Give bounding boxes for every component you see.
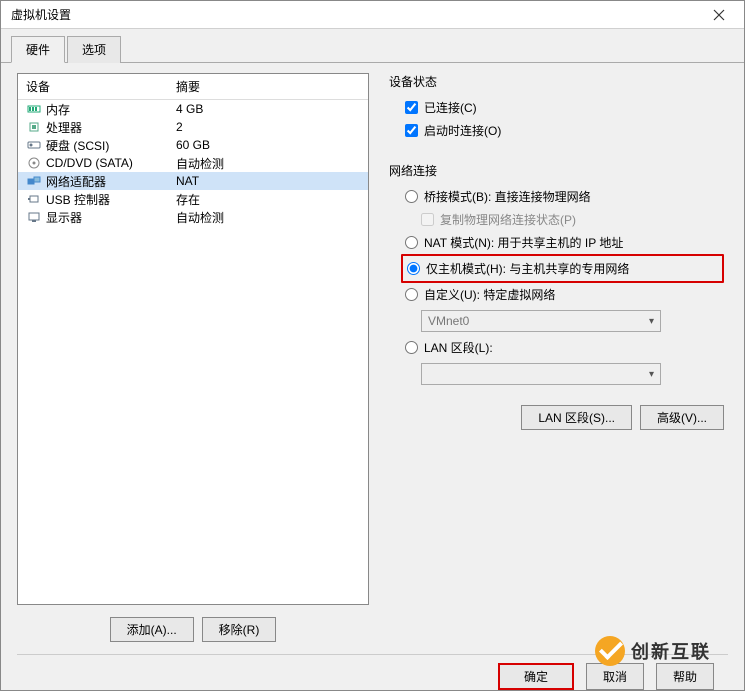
usb-icon — [26, 192, 42, 206]
dialog-buttons: 确定 取消 帮助 — [1, 655, 744, 690]
add-button[interactable]: 添加(A)... — [110, 617, 194, 642]
vm-settings-dialog: 虚拟机设置 硬件 选项 设备 摘要 内存 4 GB — [0, 0, 745, 691]
lan-segments-button[interactable]: LAN 区段(S)... — [521, 405, 632, 430]
device-summary: 存在 — [176, 191, 360, 208]
advanced-button[interactable]: 高级(V)... — [640, 405, 724, 430]
content-area: 设备 摘要 内存 4 GB 处理器 2 — [1, 63, 744, 654]
device-name: USB 控制器 — [46, 191, 110, 208]
left-panel: 设备 摘要 内存 4 GB 处理器 2 — [17, 73, 369, 654]
device-row-cd[interactable]: CD/DVD (SATA) 自动检测 — [18, 154, 368, 172]
device-summary: 2 — [176, 120, 360, 134]
device-row-memory[interactable]: 内存 4 GB — [18, 100, 368, 118]
nat-label: NAT 模式(N): 用于共享主机的 IP 地址 — [424, 234, 623, 251]
chevron-down-icon: ▾ — [649, 316, 654, 327]
device-row-cpu[interactable]: 处理器 2 — [18, 118, 368, 136]
device-name: 硬盘 (SCSI) — [46, 137, 109, 154]
device-name: 显示器 — [46, 209, 82, 226]
memory-icon — [26, 102, 42, 116]
connect-at-poweron-checkbox[interactable] — [405, 124, 418, 137]
device-summary: 60 GB — [176, 138, 360, 152]
hostonly-highlight: 仅主机模式(H): 与主机共享的专用网络 — [401, 254, 724, 283]
nat-radio-row[interactable]: NAT 模式(N): 用于共享主机的 IP 地址 — [389, 231, 724, 254]
device-status-group: 设备状态 已连接(C) 启动时连接(O) — [389, 73, 724, 142]
col-device-header: 设备 — [26, 78, 176, 95]
close-icon — [713, 9, 725, 21]
chevron-down-icon: ▾ — [649, 369, 654, 380]
device-name: 处理器 — [46, 119, 82, 136]
lansegment-select-row: ▾ — [389, 359, 724, 389]
help-button[interactable]: 帮助 — [656, 663, 714, 690]
bridged-label: 桥接模式(B): 直接连接物理网络 — [424, 188, 591, 205]
network-title: 网络连接 — [389, 162, 724, 179]
replicate-checkbox — [421, 213, 434, 226]
device-summary: 自动检测 — [176, 209, 360, 226]
device-name: CD/DVD (SATA) — [46, 156, 133, 170]
lansegment-radio-row[interactable]: LAN 区段(L): — [389, 336, 724, 359]
connect-at-poweron-label: 启动时连接(O) — [424, 122, 501, 139]
left-buttons: 添加(A)... 移除(R) — [17, 605, 369, 654]
lansegment-select[interactable]: ▾ — [421, 363, 661, 385]
hostonly-radio[interactable] — [407, 262, 420, 275]
device-row-display[interactable]: 显示器 自动检测 — [18, 208, 368, 226]
bridged-radio[interactable] — [405, 190, 418, 203]
disk-icon — [26, 138, 42, 152]
tab-options[interactable]: 选项 — [67, 36, 121, 63]
network-connection-group: 网络连接 桥接模式(B): 直接连接物理网络 复制物理网络连接状态(P) NAT… — [389, 162, 724, 430]
connected-label: 已连接(C) — [424, 99, 477, 116]
custom-select-value: VMnet0 — [428, 314, 469, 328]
cancel-button[interactable]: 取消 — [586, 663, 644, 690]
hostonly-label: 仅主机模式(H): 与主机共享的专用网络 — [426, 260, 629, 277]
device-summary: 自动检测 — [176, 155, 360, 172]
bridged-radio-row[interactable]: 桥接模式(B): 直接连接物理网络 — [389, 185, 724, 208]
replicate-checkbox-row: 复制物理网络连接状态(P) — [389, 208, 724, 231]
connected-checkbox[interactable] — [405, 101, 418, 114]
remove-button[interactable]: 移除(R) — [202, 617, 277, 642]
device-row-disk[interactable]: 硬盘 (SCSI) 60 GB — [18, 136, 368, 154]
connected-checkbox-row[interactable]: 已连接(C) — [389, 96, 724, 119]
device-list-headers: 设备 摘要 — [18, 74, 368, 100]
col-summary-header: 摘要 — [176, 78, 360, 95]
device-status-title: 设备状态 — [389, 73, 724, 90]
titlebar: 虚拟机设置 — [1, 1, 744, 29]
display-icon — [26, 210, 42, 224]
ok-button[interactable]: 确定 — [498, 663, 574, 690]
lansegment-radio[interactable] — [405, 341, 418, 354]
tab-hardware[interactable]: 硬件 — [11, 36, 65, 63]
cpu-icon — [26, 120, 42, 134]
device-name: 内存 — [46, 101, 70, 118]
dialog-title: 虚拟机设置 — [11, 6, 71, 23]
tabs: 硬件 选项 — [1, 29, 744, 63]
device-name: 网络适配器 — [46, 173, 106, 190]
network-icon — [26, 174, 42, 188]
device-row-usb[interactable]: USB 控制器 存在 — [18, 190, 368, 208]
custom-radio[interactable] — [405, 288, 418, 301]
device-summary: NAT — [176, 174, 360, 188]
custom-radio-row[interactable]: 自定义(U): 特定虚拟网络 — [389, 283, 724, 306]
lansegment-label: LAN 区段(L): — [424, 339, 493, 356]
custom-select-row: VMnet0 ▾ — [389, 306, 724, 336]
device-row-network[interactable]: 网络适配器 NAT — [18, 172, 368, 190]
replicate-label: 复制物理网络连接状态(P) — [440, 211, 576, 228]
device-summary: 4 GB — [176, 102, 360, 116]
right-panel: 设备状态 已连接(C) 启动时连接(O) 网络连接 桥接模式(B): 直接连接物… — [389, 73, 728, 654]
cd-icon — [26, 156, 42, 170]
custom-select[interactable]: VMnet0 ▾ — [421, 310, 661, 332]
right-buttons: LAN 区段(S)... 高级(V)... — [389, 405, 724, 430]
custom-label: 自定义(U): 特定虚拟网络 — [424, 286, 555, 303]
hostonly-radio-row[interactable]: 仅主机模式(H): 与主机共享的专用网络 — [405, 257, 720, 280]
nat-radio[interactable] — [405, 236, 418, 249]
close-button[interactable] — [704, 5, 734, 25]
connect-at-poweron-row[interactable]: 启动时连接(O) — [389, 119, 724, 142]
device-list: 设备 摘要 内存 4 GB 处理器 2 — [17, 73, 369, 605]
